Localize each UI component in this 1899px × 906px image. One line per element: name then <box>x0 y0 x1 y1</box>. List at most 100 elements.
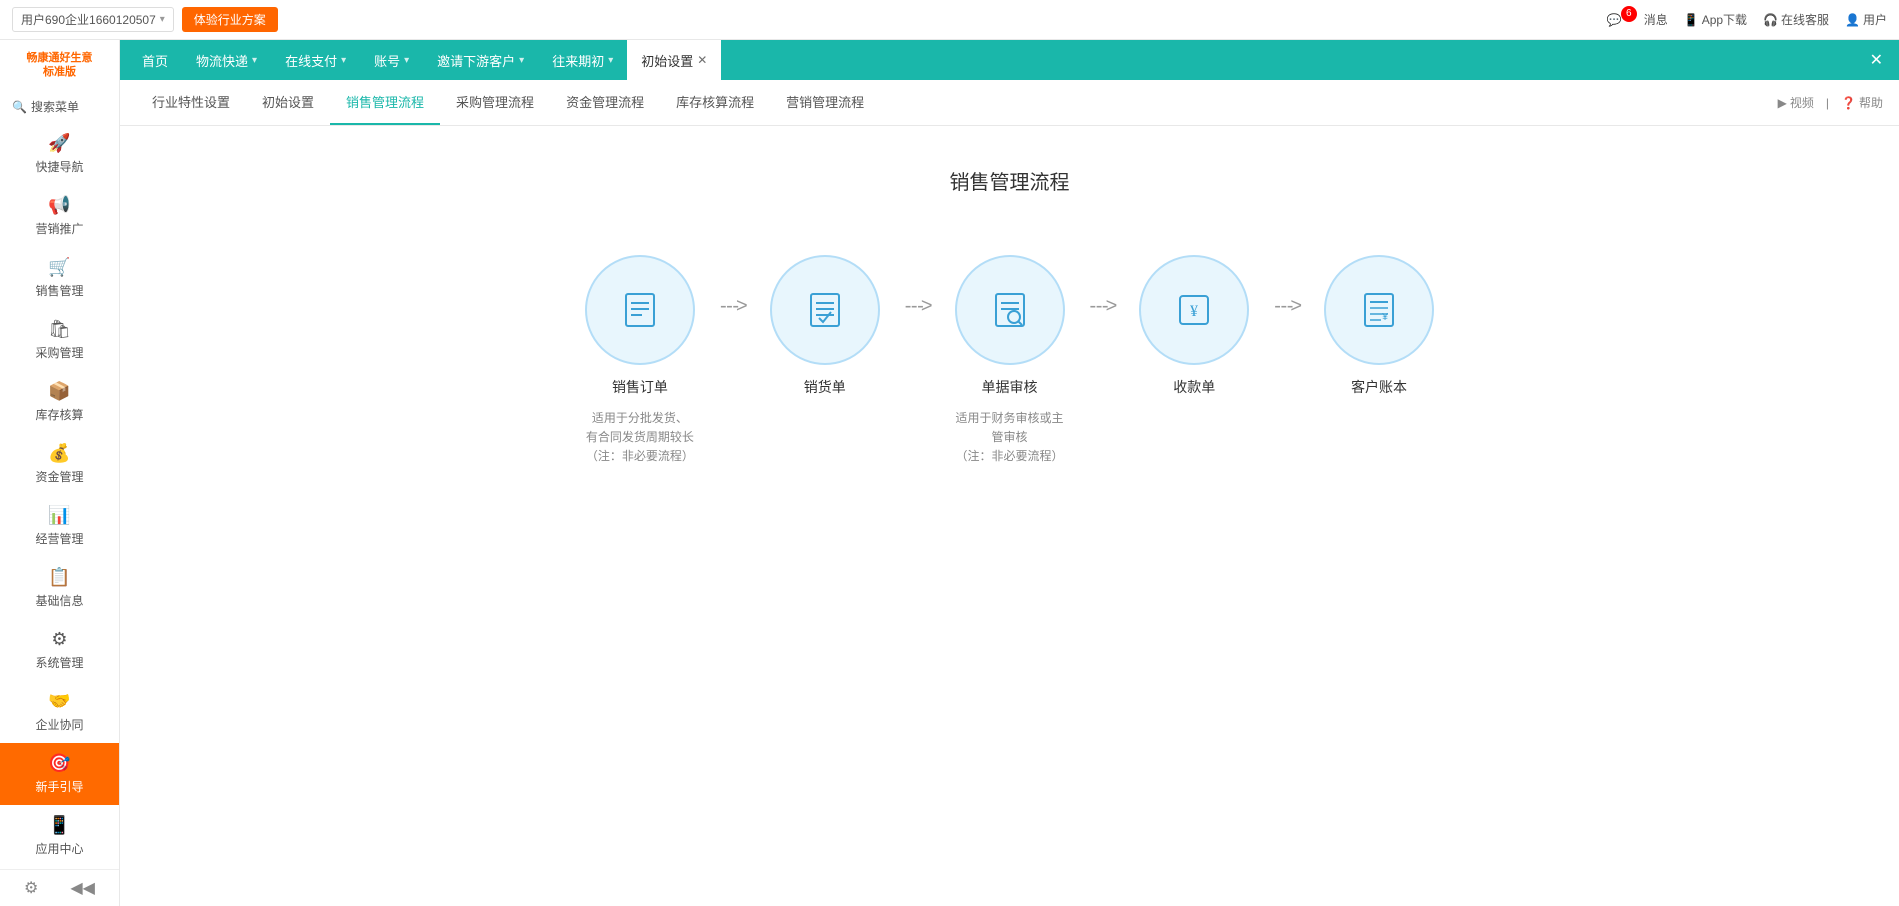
sub-tab-inventory-flow[interactable]: 库存核算流程 <box>660 80 770 125</box>
chevron-down-icon: ▾ <box>404 55 409 66</box>
flow-step-sales-order: 销售订单 适用于分批发货、有合同发货周期较长（注：非必要流程） <box>560 255 720 467</box>
sub-tab-label-initial-setup: 初始设置 <box>262 95 314 110</box>
message-button[interactable]: 💬 6 消息 <box>1607 11 1668 28</box>
sub-tab-marketing-flow[interactable]: 营销管理流程 <box>770 80 880 125</box>
online-service-label: 在线客服 <box>1781 11 1829 28</box>
user-name-label: 用户 <box>1863 11 1887 28</box>
sidebar-items: 🚀 快捷导航 📢 营销推广 🛒 销售管理 🛍 采购管理 📦 库存核算 💰 资金管… <box>0 123 119 869</box>
sidebar-label-basic-info: 基础信息 <box>35 592 83 609</box>
nav-tab-invite-downstream[interactable]: 邀请下游客户▾ <box>423 40 538 80</box>
nav-tab-initial-setup[interactable]: 初始设置 ✕ <box>627 40 721 80</box>
sidebar-icon-sales-mgmt: 🛒 <box>48 257 70 278</box>
sub-tab-purchase-flow[interactable]: 采购管理流程 <box>440 80 550 125</box>
video-label: 视频 <box>1790 94 1814 111</box>
nav-tab-logistics[interactable]: 物流快递▾ <box>182 40 271 80</box>
nav-tab-home[interactable]: 首页 <box>128 40 182 80</box>
sub-tab-industry-settings[interactable]: 行业特性设置 <box>136 80 246 125</box>
sub-tab-sales-flow[interactable]: 销售管理流程 <box>330 80 440 125</box>
close-icon[interactable]: ✕ <box>697 53 707 67</box>
sidebar-item-marketing-promo[interactable]: 📢 营销推广 <box>0 185 119 247</box>
sidebar-search[interactable]: 🔍 搜索菜单 <box>0 90 119 123</box>
sidebar-logo: 畅康通好生意 标准版 <box>0 40 119 90</box>
nav-tab-period-opening[interactable]: 往来期初▾ <box>538 40 627 80</box>
logo-text: 畅康通好生意 标准版 <box>27 51 93 80</box>
sidebar-item-finance-mgmt[interactable]: 💰 资金管理 <box>0 433 119 495</box>
sidebar-bottom: ⚙ ◀◀ <box>0 869 119 906</box>
sidebar-item-system-mgmt[interactable]: ⚙ 系统管理 <box>0 619 119 681</box>
search-icon: 🔍 <box>12 100 27 114</box>
nav-tab-label-initial-setup: 初始设置 <box>641 51 693 70</box>
sidebar-item-ops-mgmt[interactable]: 📊 经营管理 <box>0 495 119 557</box>
flow-step-name-customer-account: 客户账本 <box>1351 377 1407 397</box>
app-download-label: App下载 <box>1702 11 1747 28</box>
flow-step-sales-invoice: 销货单 <box>745 255 905 397</box>
app-download-button[interactable]: 📱 App下载 <box>1684 11 1747 28</box>
help-button[interactable]: ❓ 帮助 <box>1841 94 1883 111</box>
nav-tab-label-logistics: 物流快递 <box>196 51 248 70</box>
svg-text:¥: ¥ <box>1190 303 1198 320</box>
flow-circle-collection: ¥ <box>1139 255 1249 365</box>
sidebar-icon-app-center: 📱 <box>48 815 70 836</box>
video-help-button[interactable]: ▶ 视频 <box>1778 94 1814 111</box>
message-badge: 6 <box>1621 6 1637 22</box>
sidebar-icon-marketing-promo: 📢 <box>48 195 70 216</box>
sidebar-icon-inventory: 📦 <box>48 381 70 402</box>
sidebar-item-sales-mgmt[interactable]: 🛒 销售管理 <box>0 247 119 309</box>
sidebar-label-app-center: 应用中心 <box>35 840 83 857</box>
help-label: 帮助 <box>1859 94 1883 111</box>
arrow-icon: - - -> <box>1090 295 1115 318</box>
sidebar-icon-system-mgmt: ⚙ <box>51 629 67 650</box>
flow-arrow-sales-order: - - -> <box>720 255 745 318</box>
nav-tab-label-invite-downstream: 邀请下游客户 <box>437 51 515 70</box>
top-bar-left: 用户690企业1660120507 ▾ 体验行业方案 <box>12 7 278 32</box>
nav-tab-label-online-payment: 在线支付 <box>285 51 337 70</box>
sub-tabs-left: 行业特性设置 初始设置 销售管理流程 采购管理流程 资金管理流程 库存核算流程 营销管理流程 <box>136 80 880 125</box>
content-area: 首页物流快递▾在线支付▾账号▾邀请下游客户▾往来期初▾初始设置✕✕ 行业特性设置… <box>120 40 1899 906</box>
flow-circle-sales-order <box>585 255 695 365</box>
sidebar-label-marketing-promo: 营销推广 <box>35 220 83 237</box>
sidebar-label-enterprise-collab: 企业协同 <box>35 716 83 733</box>
nav-close-button[interactable]: ✕ <box>1862 50 1891 70</box>
sub-tab-initial-setup[interactable]: 初始设置 <box>246 80 330 125</box>
sidebar-label-purchase-mgmt: 采购管理 <box>35 344 83 361</box>
nav-tab-label-home: 首页 <box>142 51 168 70</box>
flow-arrow-collection: - - -> <box>1274 255 1299 318</box>
flow-step-desc-document-audit: 适用于财务审核或主管审核（注：非必要流程） <box>955 409 1063 467</box>
sub-tab-capital-flow[interactable]: 资金管理流程 <box>550 80 660 125</box>
chevron-down-icon: ▾ <box>341 55 346 66</box>
user-avatar-button[interactable]: 👤 用户 <box>1845 11 1887 28</box>
collapse-icon[interactable]: ◀◀ <box>70 878 95 898</box>
help-icon: ❓ <box>1841 96 1856 110</box>
sidebar-label-ops-mgmt: 经营管理 <box>35 530 83 547</box>
settings-icon[interactable]: ⚙ <box>24 878 38 898</box>
sub-tab-label-marketing-flow: 营销管理流程 <box>786 95 864 110</box>
nav-tab-online-payment[interactable]: 在线支付 ▾ <box>271 40 360 80</box>
sidebar-icon-enterprise-collab: 🤝 <box>48 691 70 712</box>
flow-step-document-audit: 单据审核 适用于财务审核或主管审核（注：非必要流程） <box>930 255 1090 467</box>
sidebar-icon-new-guide: 🎯 <box>48 753 70 774</box>
sidebar-item-purchase-mgmt[interactable]: 🛍 采购管理 <box>0 309 119 371</box>
sidebar-item-enterprise-collab[interactable]: 🤝 企业协同 <box>0 681 119 743</box>
sidebar-item-quick-nav[interactable]: 🚀 快捷导航 <box>0 123 119 185</box>
sub-tab-label-purchase-flow: 采购管理流程 <box>456 95 534 110</box>
flow-arrow-document-audit: - - -> <box>1090 255 1115 318</box>
flow-step-desc-sales-order: 适用于分批发货、有合同发货周期较长（注：非必要流程） <box>586 409 694 467</box>
sidebar-icon-finance-mgmt: 💰 <box>48 443 70 464</box>
nav-tab-account[interactable]: 账号▾ <box>360 40 423 80</box>
avatar-icon: 👤 <box>1845 13 1860 27</box>
search-label: 搜索菜单 <box>31 98 79 115</box>
user-selector[interactable]: 用户690企业1660120507 ▾ <box>12 7 174 32</box>
flow-arrow-sales-invoice: - - -> <box>905 255 930 318</box>
sub-tab-label-inventory-flow: 库存核算流程 <box>676 95 754 110</box>
sidebar-item-basic-info[interactable]: 📋 基础信息 <box>0 557 119 619</box>
sidebar-label-system-mgmt: 系统管理 <box>35 654 83 671</box>
sidebar-label-quick-nav: 快捷导航 <box>35 158 83 175</box>
sidebar-item-inventory[interactable]: 📦 库存核算 <box>0 371 119 433</box>
sidebar-item-app-center[interactable]: 📱 应用中心 <box>0 805 119 867</box>
sidebar-item-new-guide[interactable]: 🎯 新手引导 <box>0 743 119 805</box>
divider: | <box>1826 96 1829 110</box>
online-service-button[interactable]: 🎧 在线客服 <box>1763 11 1829 28</box>
flow-step-name-document-audit: 单据审核 <box>982 377 1038 397</box>
experience-button[interactable]: 体验行业方案 <box>182 7 278 32</box>
sidebar-icon-purchase-mgmt: 🛍 <box>48 319 71 340</box>
